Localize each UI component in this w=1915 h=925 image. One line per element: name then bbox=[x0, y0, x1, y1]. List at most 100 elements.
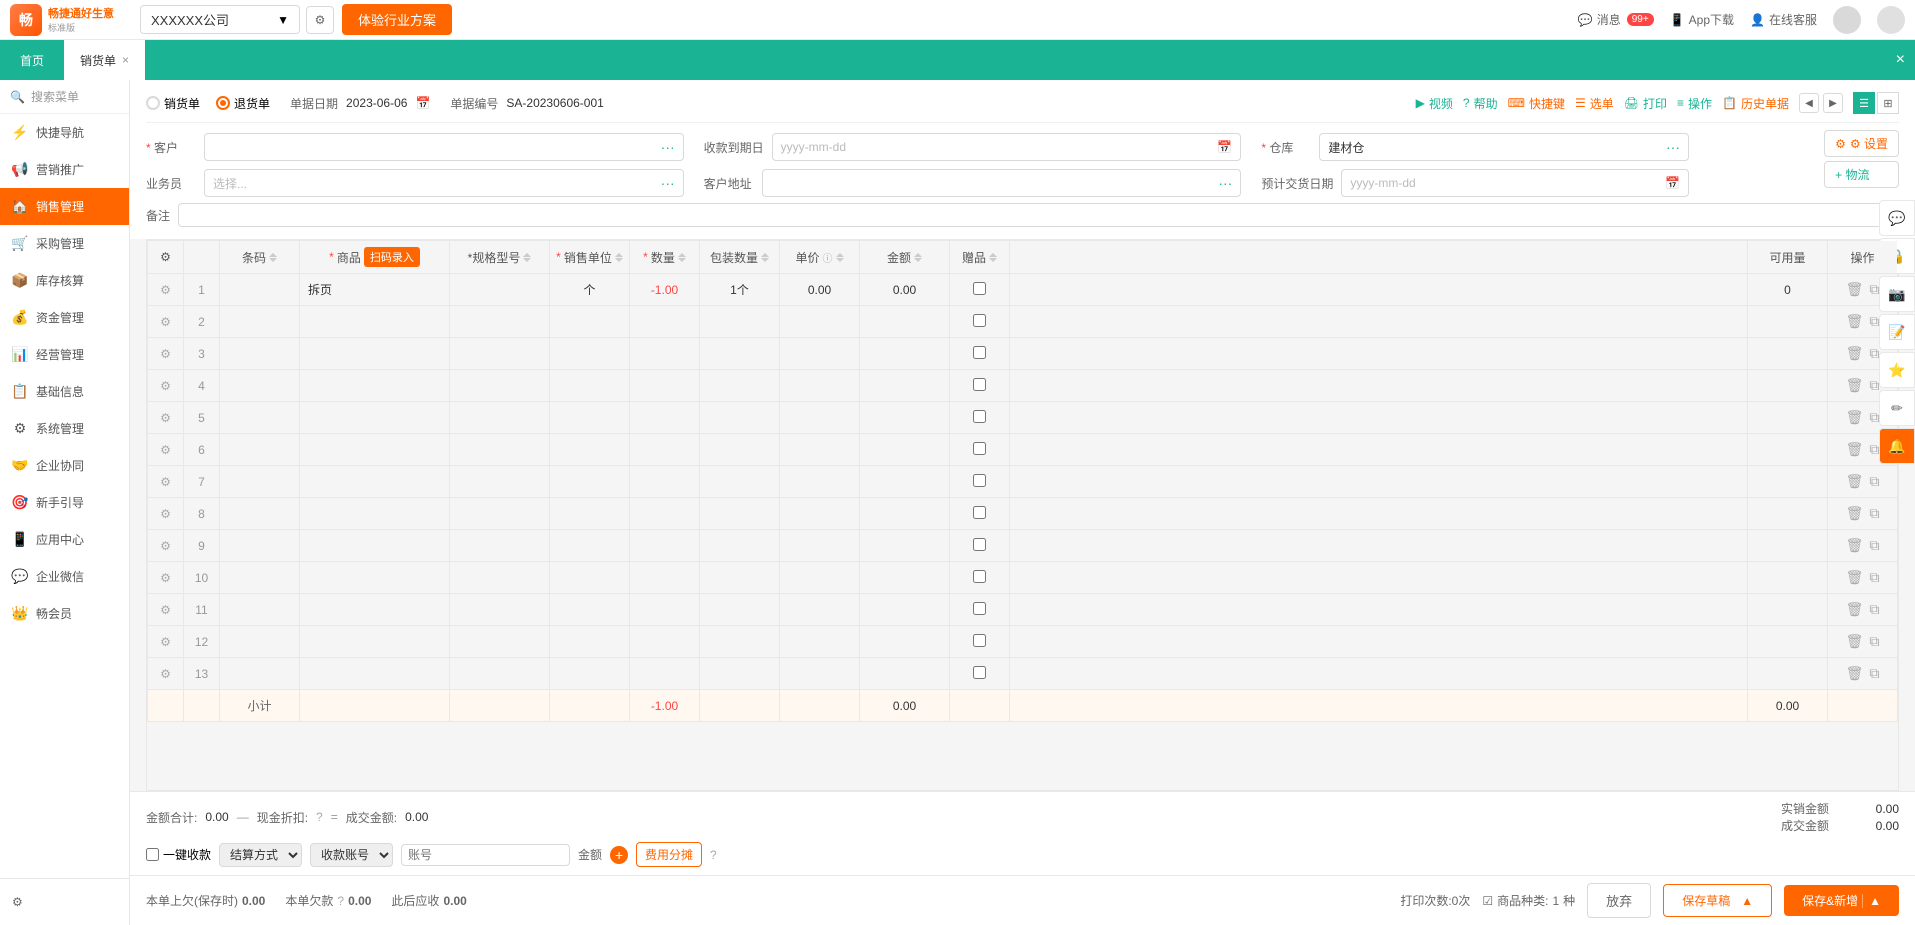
row-settings-8[interactable]: ⚙ bbox=[148, 530, 184, 562]
expense-split-button[interactable]: 费用分摊 bbox=[636, 842, 702, 867]
row-pkg-8[interactable] bbox=[700, 530, 780, 562]
row-unit-12[interactable] bbox=[550, 658, 630, 690]
sidebar-item-collaboration[interactable]: 🤝 企业协同 bbox=[0, 447, 129, 484]
row-settings-5[interactable]: ⚙ bbox=[148, 434, 184, 466]
delete-icon[interactable]: 🗑 bbox=[1846, 377, 1864, 394]
row-goods-1[interactable] bbox=[300, 306, 450, 338]
copy-icon[interactable]: ⧉ bbox=[1869, 505, 1879, 522]
row-amount-8[interactable] bbox=[860, 530, 950, 562]
goods-type[interactable]: ☑ 商品种类: 1 种 bbox=[1482, 892, 1575, 909]
row-pkg-1[interactable] bbox=[700, 306, 780, 338]
row-settings-0[interactable]: ⚙ bbox=[148, 274, 184, 306]
trial-button[interactable]: 体验行业方案 bbox=[342, 4, 452, 35]
row-price-12[interactable] bbox=[780, 658, 860, 690]
row-pkg-11[interactable] bbox=[700, 626, 780, 658]
row-price-5[interactable] bbox=[780, 434, 860, 466]
row-gift-5[interactable] bbox=[950, 434, 1010, 466]
row-barcode-5[interactable] bbox=[220, 434, 300, 466]
row-gift-9[interactable] bbox=[950, 562, 1010, 594]
row-barcode-1[interactable] bbox=[220, 306, 300, 338]
tab-close-icon[interactable]: × bbox=[122, 53, 129, 67]
sidebar-item-sales[interactable]: 🏠 销售管理 bbox=[0, 188, 129, 225]
row-settings-10[interactable]: ⚙ bbox=[148, 594, 184, 626]
delete-icon[interactable]: 🗑 bbox=[1846, 409, 1864, 426]
row-amount-4[interactable] bbox=[860, 402, 950, 434]
price-info-icon[interactable]: ⓘ bbox=[823, 250, 833, 265]
row-unit-10[interactable] bbox=[550, 594, 630, 626]
save-draft-button[interactable]: 保存草稿 ▲ bbox=[1663, 884, 1772, 917]
video-help-button[interactable]: ▶ 视频 bbox=[1416, 95, 1453, 112]
row-gift-2[interactable] bbox=[950, 338, 1010, 370]
row-unit-3[interactable] bbox=[550, 370, 630, 402]
row-barcode-2[interactable] bbox=[220, 338, 300, 370]
delete-icon[interactable]: 🗑 bbox=[1846, 345, 1864, 362]
message-button[interactable]: 💬 消息 99+ bbox=[1578, 11, 1654, 28]
form-logistics-button[interactable]: + 物流 bbox=[1824, 161, 1899, 188]
form-settings-button[interactable]: ⚙ ⚙ 设置 bbox=[1824, 130, 1899, 157]
pkg-sort[interactable] bbox=[761, 253, 769, 262]
delete-icon[interactable]: 🗑 bbox=[1846, 601, 1864, 618]
copy-icon[interactable]: ⧉ bbox=[1869, 665, 1879, 682]
row-pkg-2[interactable] bbox=[700, 338, 780, 370]
row-spec-3[interactable] bbox=[450, 370, 550, 402]
row-spec-9[interactable] bbox=[450, 562, 550, 594]
row-goods-2[interactable] bbox=[300, 338, 450, 370]
row-goods-5[interactable] bbox=[300, 434, 450, 466]
row-amount-5[interactable] bbox=[860, 434, 950, 466]
help-button[interactable]: ? 帮助 bbox=[1463, 95, 1498, 112]
sidebar-item-finance[interactable]: 💰 资金管理 bbox=[0, 299, 129, 336]
row-qty-5[interactable] bbox=[630, 434, 700, 466]
row-spec-8[interactable] bbox=[450, 530, 550, 562]
tab-bar-close-icon[interactable]: × bbox=[1896, 51, 1905, 69]
sidebar-item-wechat[interactable]: 💬 企业微信 bbox=[0, 558, 129, 595]
tab-home[interactable]: 首页 bbox=[0, 40, 64, 80]
row-spec-1[interactable] bbox=[450, 306, 550, 338]
table-container[interactable]: ⚙ 条码 * bbox=[146, 239, 1899, 791]
sidebar-item-operations[interactable]: 📊 经营管理 bbox=[0, 336, 129, 373]
row-amount-9[interactable] bbox=[860, 562, 950, 594]
sidebar-search[interactable]: 🔍 搜索菜单 bbox=[0, 80, 129, 114]
row-goods-11[interactable] bbox=[300, 626, 450, 658]
row-gift-11[interactable] bbox=[950, 626, 1010, 658]
row-spec-5[interactable] bbox=[450, 434, 550, 466]
row-goods-9[interactable] bbox=[300, 562, 450, 594]
radio-return-order[interactable]: 退货单 bbox=[216, 95, 270, 112]
sidebar-item-purchase[interactable]: 🛒 采购管理 bbox=[0, 225, 129, 262]
delete-icon[interactable]: 🗑 bbox=[1846, 537, 1864, 554]
row-price-10[interactable] bbox=[780, 594, 860, 626]
copy-icon[interactable]: ⧉ bbox=[1869, 537, 1879, 554]
row-goods-7[interactable] bbox=[300, 498, 450, 530]
copy-icon[interactable]: ⧉ bbox=[1869, 345, 1879, 362]
row-barcode-6[interactable] bbox=[220, 466, 300, 498]
online-service-button[interactable]: 👤 在线客服 bbox=[1750, 11, 1817, 28]
cash-discount-help[interactable]: ? bbox=[316, 810, 323, 824]
row-unit-8[interactable] bbox=[550, 530, 630, 562]
customer-addr-input[interactable]: ··· bbox=[762, 169, 1242, 197]
row-amount-3[interactable] bbox=[860, 370, 950, 402]
row-amount-0[interactable]: 0.00 bbox=[860, 274, 950, 306]
row-barcode-8[interactable] bbox=[220, 530, 300, 562]
row-goods-0[interactable]: 拆页 bbox=[300, 274, 450, 306]
barcode-sort[interactable] bbox=[269, 253, 277, 262]
sidebar-item-system[interactable]: ⚙ 系统管理 bbox=[0, 410, 129, 447]
copy-icon[interactable]: ⧉ bbox=[1869, 409, 1879, 426]
row-unit-5[interactable] bbox=[550, 434, 630, 466]
row-pkg-5[interactable] bbox=[700, 434, 780, 466]
account-number-select[interactable]: 收款账号 bbox=[310, 843, 393, 867]
settings-icon[interactable]: ⚙ bbox=[306, 6, 334, 34]
row-barcode-4[interactable] bbox=[220, 402, 300, 434]
row-unit-11[interactable] bbox=[550, 626, 630, 658]
one-click-checkbox[interactable] bbox=[146, 848, 159, 861]
copy-icon[interactable]: ⧉ bbox=[1869, 441, 1879, 458]
copy-icon[interactable]: ⧉ bbox=[1869, 377, 1879, 394]
settlement-method-select[interactable]: 结算方式 bbox=[219, 843, 302, 867]
row-settings-4[interactable]: ⚙ bbox=[148, 402, 184, 434]
salesperson-input[interactable]: 选择... ··· bbox=[204, 169, 684, 197]
row-qty-2[interactable] bbox=[630, 338, 700, 370]
company-selector[interactable]: XXXXXX公司 ▼ bbox=[140, 5, 300, 34]
expected-date-input[interactable]: yyyy-mm-dd 📅 bbox=[1341, 169, 1689, 197]
float-star-button[interactable]: ⭐ bbox=[1879, 352, 1915, 388]
float-note-button[interactable]: 📝 bbox=[1879, 314, 1915, 350]
row-pkg-7[interactable] bbox=[700, 498, 780, 530]
account-input[interactable] bbox=[401, 844, 570, 866]
